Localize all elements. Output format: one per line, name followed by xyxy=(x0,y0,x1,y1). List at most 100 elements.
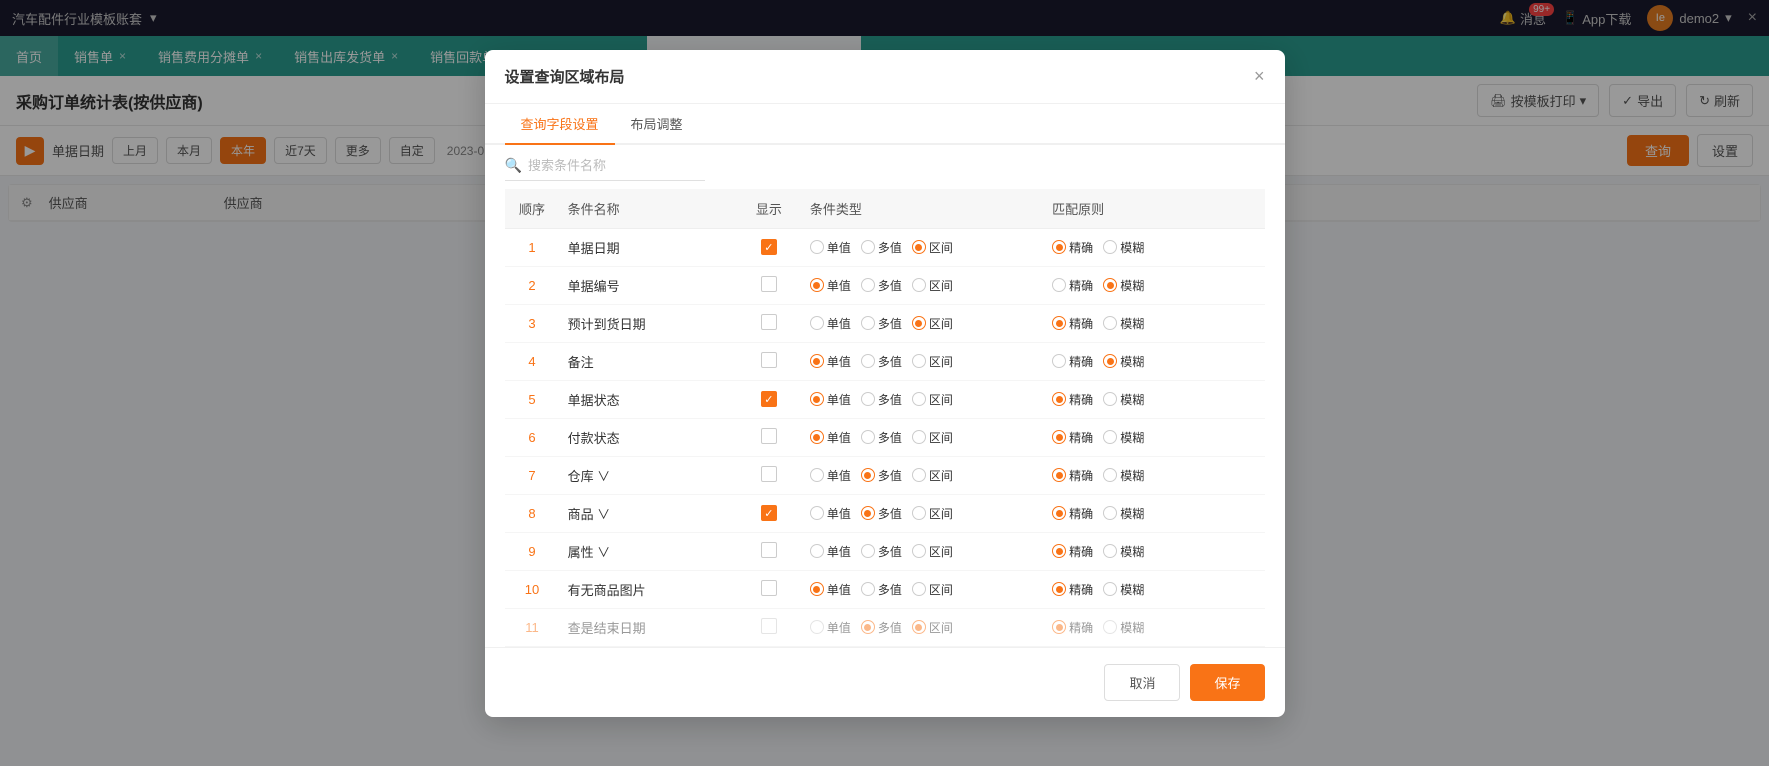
radio-match_fuzzy-7[interactable]: 模糊 xyxy=(1103,505,1144,522)
radio-match_exact-3[interactable]: 精确 xyxy=(1052,353,1093,370)
row-name-5: 付款状态 xyxy=(560,418,736,456)
search-icon: 🔍 xyxy=(505,157,522,174)
radio-type_single-9[interactable]: 单值 xyxy=(810,581,851,598)
radio-type_range-9[interactable]: 区间 xyxy=(912,581,953,598)
display-checkbox-7[interactable] xyxy=(761,505,777,521)
row-order-2: 3 xyxy=(505,304,560,342)
row-display-9 xyxy=(736,570,802,608)
radio-type_multi-1[interactable]: 多值 xyxy=(861,277,902,294)
radio-match_fuzzy-8[interactable]: 模糊 xyxy=(1103,543,1144,560)
display-checkbox-0[interactable] xyxy=(761,239,777,255)
radio-match_fuzzy-10[interactable]: 模糊 xyxy=(1103,619,1144,636)
radio-type_range-2[interactable]: 区间 xyxy=(912,315,953,332)
search-input[interactable] xyxy=(528,158,688,173)
radio-type_range-6[interactable]: 区间 xyxy=(912,467,953,484)
radio-type_single-3[interactable]: 单值 xyxy=(810,353,851,370)
radio-type_multi-8[interactable]: 多值 xyxy=(861,543,902,560)
table-row: 9属性 ∨单值多值区间精确模糊 xyxy=(505,532,1265,570)
radio-match_exact-1[interactable]: 精确 xyxy=(1052,277,1093,294)
radio-match_exact-6[interactable]: 精确 xyxy=(1052,467,1093,484)
radio-type_single-5[interactable]: 单值 xyxy=(810,429,851,446)
row-match-2: 精确模糊 xyxy=(1044,304,1264,342)
radio-type_range-10[interactable]: 区间 xyxy=(912,619,953,636)
radio-type_multi-6[interactable]: 多值 xyxy=(861,467,902,484)
row-display-6 xyxy=(736,456,802,494)
row-match-10: 精确模糊 xyxy=(1044,608,1264,646)
row-type-10: 单值多值区间 xyxy=(802,608,1044,646)
radio-type_multi-4[interactable]: 多值 xyxy=(861,391,902,408)
modal-overlay: 设置查询区域布局 × 查询字段设置 布局调整 🔍 顺序 xyxy=(0,0,1769,766)
radio-match_fuzzy-2[interactable]: 模糊 xyxy=(1103,315,1144,332)
radio-match_exact-2[interactable]: 精确 xyxy=(1052,315,1093,332)
radio-type_multi-5[interactable]: 多值 xyxy=(861,429,902,446)
row-display-5 xyxy=(736,418,802,456)
row-name-4: 单据状态 xyxy=(560,380,736,418)
row-type-7: 单值多值区间 xyxy=(802,494,1044,532)
radio-type_range-4[interactable]: 区间 xyxy=(912,391,953,408)
radio-type_multi-9[interactable]: 多值 xyxy=(861,581,902,598)
table-row: 4备注单值多值区间精确模糊 xyxy=(505,342,1265,380)
row-display-10 xyxy=(736,608,802,646)
radio-match_exact-4[interactable]: 精确 xyxy=(1052,391,1093,408)
display-checkbox-8[interactable] xyxy=(761,542,777,558)
radio-match_exact-7[interactable]: 精确 xyxy=(1052,505,1093,522)
radio-type_single-10[interactable]: 单值 xyxy=(810,619,851,636)
radio-match_exact-9[interactable]: 精确 xyxy=(1052,581,1093,598)
radio-type_range-5[interactable]: 区间 xyxy=(912,429,953,446)
radio-type_single-0[interactable]: 单值 xyxy=(810,239,851,256)
row-type-5: 单值多值区间 xyxy=(802,418,1044,456)
radio-type_multi-10[interactable]: 多值 xyxy=(861,619,902,636)
row-type-4: 单值多值区间 xyxy=(802,380,1044,418)
row-order-4: 5 xyxy=(505,380,560,418)
modal-search-area: 🔍 xyxy=(485,145,1285,189)
row-display-1 xyxy=(736,266,802,304)
display-checkbox-1[interactable] xyxy=(761,276,777,292)
radio-match_fuzzy-4[interactable]: 模糊 xyxy=(1103,391,1144,408)
radio-type_single-6[interactable]: 单值 xyxy=(810,467,851,484)
radio-match_exact-8[interactable]: 精确 xyxy=(1052,543,1093,560)
radio-type_range-0[interactable]: 区间 xyxy=(912,239,953,256)
radio-type_multi-2[interactable]: 多值 xyxy=(861,315,902,332)
radio-match_exact-0[interactable]: 精确 xyxy=(1052,239,1093,256)
tab-query-fields[interactable]: 查询字段设置 xyxy=(505,104,615,145)
row-display-0 xyxy=(736,228,802,266)
display-checkbox-5[interactable] xyxy=(761,428,777,444)
modal-close-button[interactable]: × xyxy=(1254,67,1265,85)
radio-type_multi-0[interactable]: 多值 xyxy=(861,239,902,256)
modal-footer: 取消 保存 xyxy=(485,647,1285,717)
radio-type_range-8[interactable]: 区间 xyxy=(912,543,953,560)
row-match-7: 精确模糊 xyxy=(1044,494,1264,532)
radio-type_range-7[interactable]: 区间 xyxy=(912,505,953,522)
display-checkbox-3[interactable] xyxy=(761,352,777,368)
row-name-9: 有无商品图片 xyxy=(560,570,736,608)
radio-match_exact-5[interactable]: 精确 xyxy=(1052,429,1093,446)
radio-match_fuzzy-1[interactable]: 模糊 xyxy=(1103,277,1144,294)
table-row: 6付款状态单值多值区间精确模糊 xyxy=(505,418,1265,456)
radio-type_multi-3[interactable]: 多值 xyxy=(861,353,902,370)
radio-type_single-1[interactable]: 单值 xyxy=(810,277,851,294)
radio-type_multi-7[interactable]: 多值 xyxy=(861,505,902,522)
tab-layout-adjust[interactable]: 布局调整 xyxy=(615,104,699,145)
radio-match_fuzzy-6[interactable]: 模糊 xyxy=(1103,467,1144,484)
display-checkbox-2[interactable] xyxy=(761,314,777,330)
row-match-0: 精确模糊 xyxy=(1044,228,1264,266)
radio-match_exact-10[interactable]: 精确 xyxy=(1052,619,1093,636)
save-button[interactable]: 保存 xyxy=(1190,664,1264,701)
row-order-0: 1 xyxy=(505,228,560,266)
radio-match_fuzzy-9[interactable]: 模糊 xyxy=(1103,581,1144,598)
modal-config-table: 顺序 条件名称 显示 条件类型 匹配原则 1单据日期单值多值区间精确模糊2单据编… xyxy=(485,189,1285,647)
radio-type_single-4[interactable]: 单值 xyxy=(810,391,851,408)
cancel-button[interactable]: 取消 xyxy=(1104,664,1180,701)
display-checkbox-6[interactable] xyxy=(761,466,777,482)
display-checkbox-9[interactable] xyxy=(761,580,777,596)
radio-match_fuzzy-3[interactable]: 模糊 xyxy=(1103,353,1144,370)
radio-type_single-2[interactable]: 单值 xyxy=(810,315,851,332)
radio-type_single-7[interactable]: 单值 xyxy=(810,505,851,522)
display-checkbox-10[interactable] xyxy=(761,618,777,634)
radio-type_range-3[interactable]: 区间 xyxy=(912,353,953,370)
display-checkbox-4[interactable] xyxy=(761,391,777,407)
radio-match_fuzzy-0[interactable]: 模糊 xyxy=(1103,239,1144,256)
radio-type_range-1[interactable]: 区间 xyxy=(912,277,953,294)
radio-match_fuzzy-5[interactable]: 模糊 xyxy=(1103,429,1144,446)
radio-type_single-8[interactable]: 单值 xyxy=(810,543,851,560)
